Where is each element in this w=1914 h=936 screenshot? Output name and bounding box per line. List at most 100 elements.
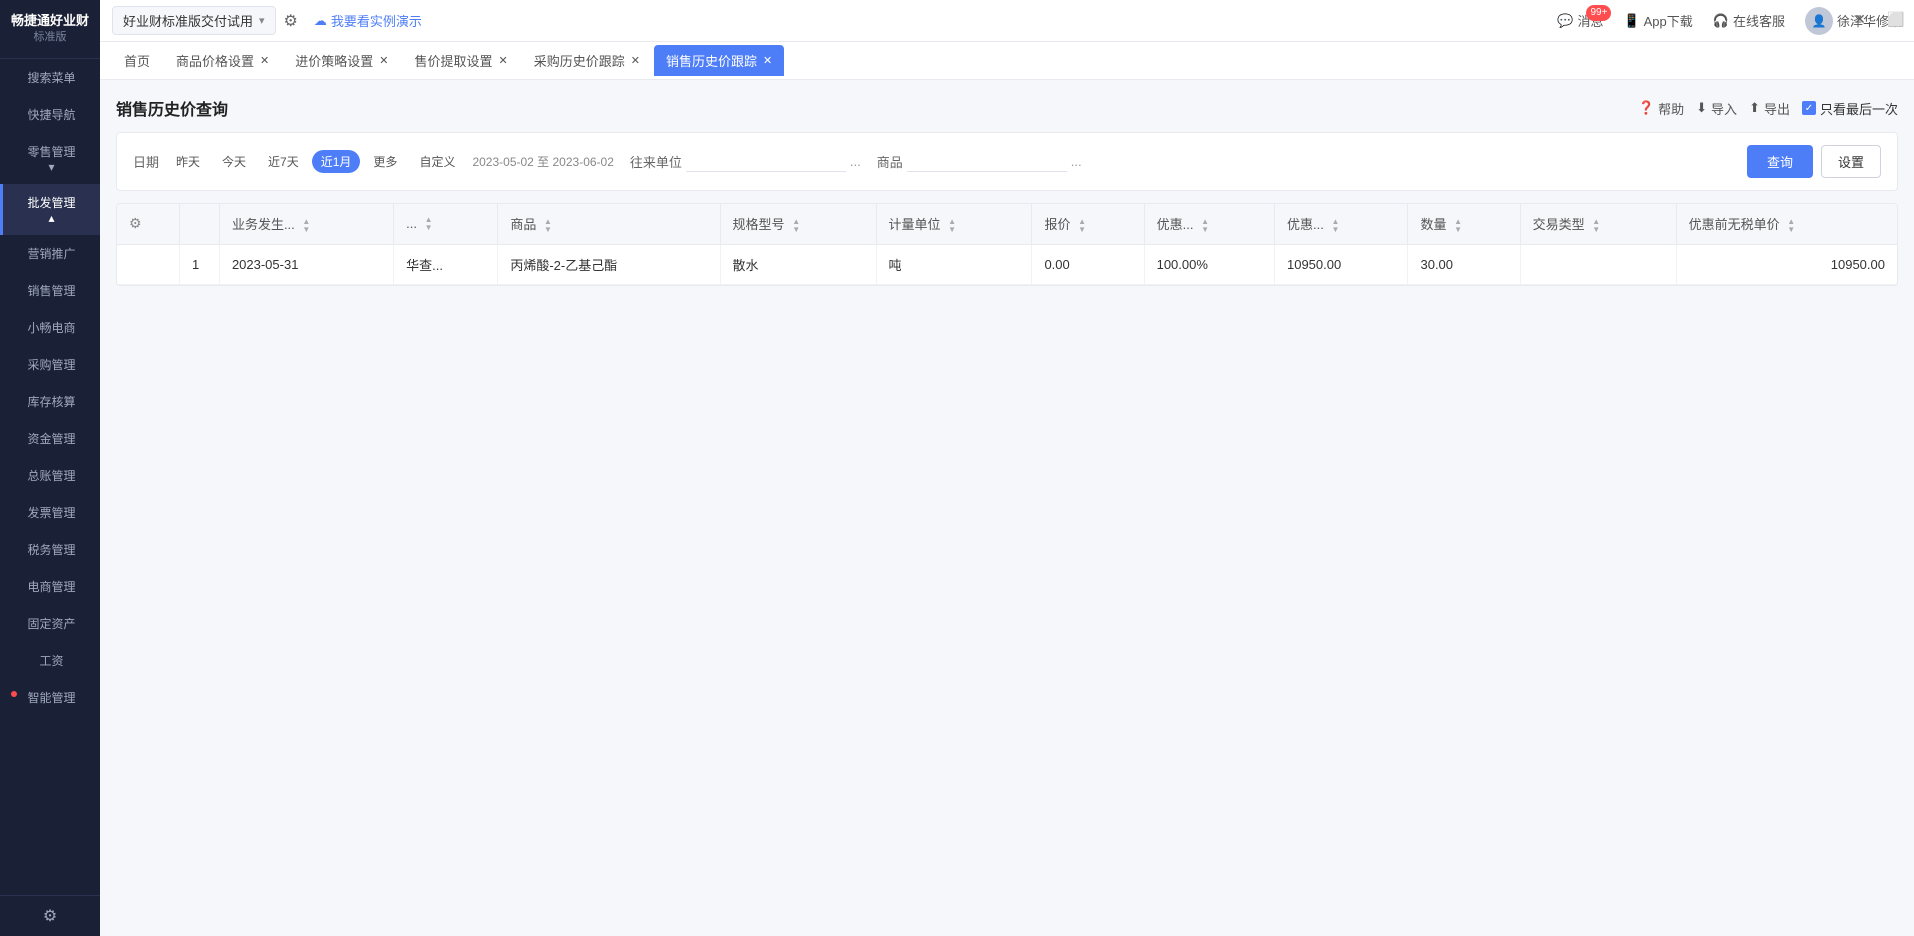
sidebar-item-ledger[interactable]: 总账管理 — [0, 457, 100, 494]
wholesale-arrow: ▴ — [48, 211, 54, 225]
col-product-label: 商品 — [510, 217, 536, 232]
cell-quantity: 30.00 — [1408, 244, 1520, 284]
col-discount-price[interactable]: 优惠... ▲▼ — [1274, 204, 1408, 244]
sidebar-item-smart[interactable]: 智能管理 — [0, 679, 100, 716]
cell-biz-date: 2023-05-31 — [219, 244, 393, 284]
tab-purchase-history-close[interactable]: ✕ — [631, 54, 640, 67]
col-settings[interactable]: ⚙ — [117, 204, 179, 244]
sidebar-item-marketing[interactable]: 营销推广 — [0, 235, 100, 272]
app-download-btn[interactable]: 📱 App下载 — [1623, 11, 1692, 30]
help-btn[interactable]: ❓ 帮助 — [1638, 99, 1684, 118]
settings-button[interactable]: 设置 — [1821, 145, 1881, 178]
sidebar-item-search[interactable]: 搜索菜单 — [0, 59, 100, 96]
sidebar-item-purchase[interactable]: 采购管理 — [0, 346, 100, 383]
version-dropdown-icon: ▾ — [259, 14, 265, 27]
topbar-settings-btn[interactable]: ⚙ — [284, 11, 298, 31]
sidebar-item-sales[interactable]: 销售管理 — [0, 272, 100, 309]
query-button[interactable]: 查询 — [1747, 145, 1813, 178]
salary-label: 工资 — [39, 652, 63, 669]
tab-product-price-label: 商品价格设置 — [176, 51, 254, 70]
source-label: 往来单位 — [630, 152, 682, 171]
col-quoted-price[interactable]: 报价 ▲▼ — [1032, 204, 1144, 244]
tab-purchase-strategy-close[interactable]: ✕ — [379, 54, 388, 67]
col-trade-type[interactable]: 交易类型 ▲▼ — [1520, 204, 1676, 244]
service-icon: 🎧 — [1713, 13, 1729, 29]
last-once-checkbox[interactable]: ✓ 只看最后一次 — [1802, 99, 1898, 118]
col-quantity-label: 数量 — [1420, 217, 1446, 232]
finance-label: 资金管理 — [27, 430, 75, 447]
ledger-label: 总账管理 — [27, 467, 75, 484]
col-discount-rate[interactable]: 优惠... ▲▼ — [1144, 204, 1274, 244]
window-maximize-btn[interactable]: ⬜ — [1878, 0, 1914, 38]
sidebar-item-quick-nav[interactable]: 快捷导航 — [0, 96, 100, 133]
col-trade-type-label: 交易类型 — [1533, 217, 1585, 232]
messages-icon: 💬 — [1557, 13, 1573, 29]
table-body: 1 2023-05-31 华查... 丙烯酸-2-乙基己酯 散水 吨 0.00 … — [117, 244, 1897, 284]
col-discount-price-label: 优惠... — [1287, 217, 1324, 232]
sort-icon-quantity: ▲▼ — [1454, 218, 1462, 234]
sidebar-item-wholesale[interactable]: 批发管理 ▴ — [0, 184, 100, 235]
source-input[interactable] — [686, 152, 846, 172]
date-btn-more[interactable]: 更多 — [364, 150, 406, 173]
date-btn-custom[interactable]: 自定义 — [410, 150, 464, 173]
col-extra[interactable]: ... ▲▼ — [394, 204, 498, 244]
tab-sales-history[interactable]: 销售历史价跟踪 ✕ — [654, 45, 784, 76]
version-selector[interactable]: 好业财标准版交付试用 ▾ — [112, 6, 276, 35]
col-product[interactable]: 商品 ▲▼ — [498, 204, 720, 244]
cell-extra: 华查... — [394, 244, 498, 284]
sidebar-item-assets[interactable]: 固定资产 — [0, 605, 100, 642]
window-close-btn[interactable]: ✕ — [1842, 0, 1878, 38]
sidebar-item-inventory[interactable]: 库存核算 — [0, 383, 100, 420]
sort-icon-quoted: ▲▼ — [1078, 218, 1086, 234]
checkbox-icon: ✓ — [1802, 101, 1816, 115]
col-quantity[interactable]: 数量 ▲▼ — [1408, 204, 1520, 244]
app-label: App下载 — [1644, 11, 1693, 30]
online-service-btn[interactable]: 🎧 在线客服 — [1713, 11, 1785, 30]
sidebar-item-invoice[interactable]: 发票管理 — [0, 494, 100, 531]
page-header: 销售历史价查询 ❓ 帮助 ⬇ 导入 ⬆ 导出 ✓ 只看最后一次 — [116, 96, 1898, 120]
date-btn-last1m[interactable]: 近1月 — [312, 150, 361, 173]
sidebar-item-tax[interactable]: 税务管理 — [0, 531, 100, 568]
col-spec-label: 规格型号 — [733, 217, 785, 232]
col-pretax-price[interactable]: 优惠前无税单价 ▲▼ — [1676, 204, 1897, 244]
tab-product-price[interactable]: 商品价格设置 ✕ — [164, 45, 281, 76]
tab-home[interactable]: 首页 — [112, 45, 162, 76]
source-dots-btn[interactable]: ... — [850, 154, 861, 169]
date-btn-last7[interactable]: 近7天 — [259, 150, 308, 173]
filter-buttons: 查询 设置 — [1747, 145, 1881, 178]
tab-sale-extract-close[interactable]: ✕ — [499, 54, 508, 67]
tab-sales-history-close[interactable]: ✕ — [763, 54, 772, 67]
tab-product-price-close[interactable]: ✕ — [260, 54, 269, 67]
demo-icon: ☁ — [314, 13, 327, 29]
table-header-row: ⚙ 业务发生... ▲▼ ... ▲▼ 商品 ▲▼ — [117, 204, 1897, 244]
import-btn[interactable]: ⬇ 导入 — [1696, 99, 1737, 118]
tab-purchase-strategy[interactable]: 进价策略设置 ✕ — [283, 45, 400, 76]
table-row: 1 2023-05-31 华查... 丙烯酸-2-乙基己酯 散水 吨 0.00 … — [117, 244, 1897, 284]
product-label: 商品 — [877, 152, 903, 171]
sales-label: 销售管理 — [27, 282, 75, 299]
sidebar-item-retail[interactable]: 零售管理 ▾ — [0, 133, 100, 184]
tab-purchase-history[interactable]: 采购历史价跟踪 ✕ — [522, 45, 652, 76]
smart-label: 智能管理 — [27, 689, 75, 706]
date-btn-today[interactable]: 今天 — [213, 150, 255, 173]
col-biz-date[interactable]: 业务发生... ▲▼ — [219, 204, 393, 244]
source-filter-group: 往来单位 ... — [630, 152, 861, 172]
ecommerce-small-label: 小畅电商 — [27, 319, 75, 336]
product-input[interactable] — [907, 152, 1067, 172]
sidebar-item-ecommerce-small[interactable]: 小畅电商 — [0, 309, 100, 346]
col-spec[interactable]: 规格型号 ▲▼ — [720, 204, 876, 244]
export-btn[interactable]: ⬆ 导出 — [1749, 99, 1790, 118]
sidebar-item-ecommerce[interactable]: 电商管理 — [0, 568, 100, 605]
sidebar-item-finance[interactable]: 资金管理 — [0, 420, 100, 457]
demo-btn[interactable]: ☁ 我要看实例演示 — [314, 11, 422, 30]
help-label: 帮助 — [1658, 99, 1684, 118]
col-unit[interactable]: 计量单位 ▲▼ — [876, 204, 1032, 244]
page-actions: ❓ 帮助 ⬇ 导入 ⬆ 导出 ✓ 只看最后一次 — [1638, 99, 1898, 118]
sidebar-settings-icon[interactable]: ⚙ — [43, 906, 57, 926]
messages-btn[interactable]: 💬 消息 99+ — [1557, 11, 1603, 30]
product-dots-btn[interactable]: ... — [1071, 154, 1082, 169]
date-btn-yesterday[interactable]: 昨天 — [167, 150, 209, 173]
tab-sale-extract[interactable]: 售价提取设置 ✕ — [402, 45, 519, 76]
sidebar-item-salary[interactable]: 工资 — [0, 642, 100, 679]
sidebar-bottom[interactable]: ⚙ — [0, 895, 100, 936]
